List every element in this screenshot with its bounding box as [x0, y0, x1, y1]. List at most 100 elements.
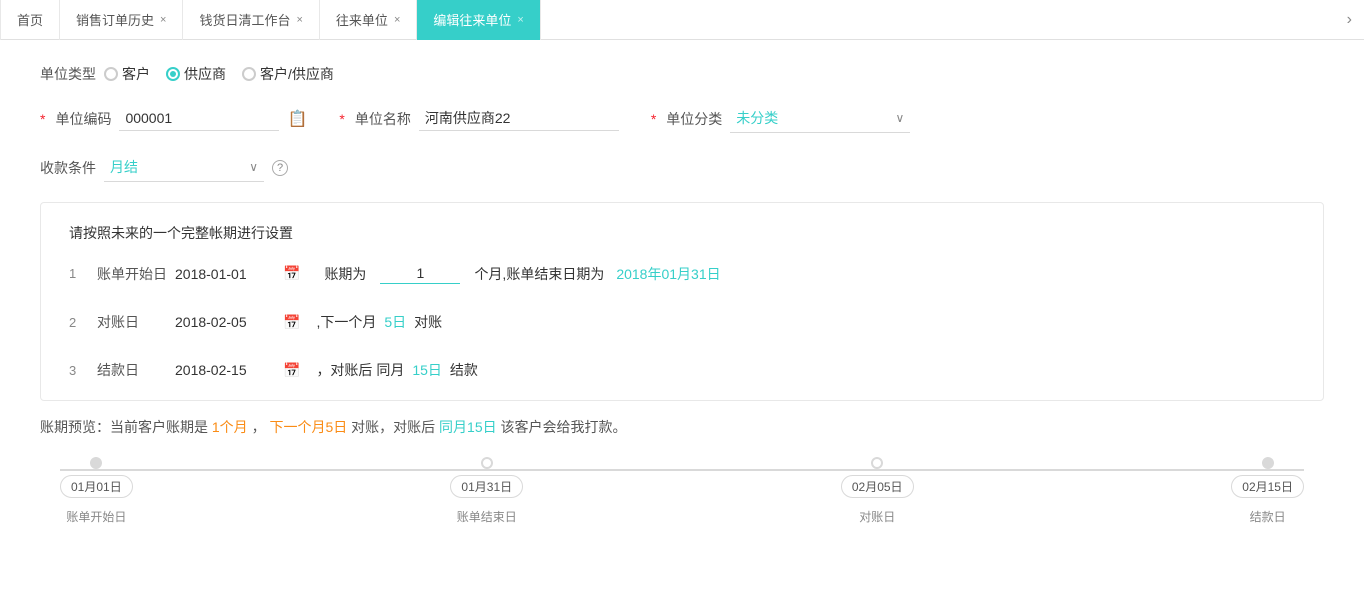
unit-name-input[interactable]	[419, 106, 619, 131]
unit-type-group: 单位类型 客户 供应商 客户/供应商	[40, 64, 334, 84]
preview-mid1: ，	[252, 419, 266, 435]
calendar-icon-1[interactable]: 📅	[283, 265, 300, 282]
payment-help-icon[interactable]: ?	[272, 160, 288, 176]
timeline: 01月01日 账单开始日 01月31日 账单结束日 02月05日 对账日 02月…	[40, 457, 1324, 525]
payment-prefix: ，对账后 同月	[316, 360, 404, 380]
period-section: 请按照未来的一个完整帐期进行设置 1 账单开始日 2018-01-01 📅 账期…	[40, 202, 1324, 401]
unit-code-required: *	[40, 111, 45, 127]
row-date-3: 2018-02-15	[175, 362, 275, 378]
unit-name-label: 单位名称	[355, 109, 411, 129]
point-badge-3: 02月15日	[1231, 475, 1304, 498]
payment-value: 月结	[110, 157, 245, 177]
period-row-3: 3 结款日 2018-02-15 📅 ，对账后 同月 15日 结款	[69, 360, 1295, 380]
unit-type-label: 单位类型	[40, 64, 96, 84]
point-badge-0: 01月01日	[60, 475, 133, 498]
point-badge-2: 02月05日	[841, 475, 914, 498]
radio-supplier-label: 供应商	[184, 64, 226, 84]
reconcile-day: 5日	[384, 312, 406, 332]
point-label-3: 结款日	[1250, 508, 1286, 525]
period-for-label: 账期为	[324, 264, 366, 284]
preview-suffix: 该客户会给我打款。	[501, 419, 627, 435]
row-num-2: 2	[69, 315, 89, 330]
unit-info-row: * 单位编码 📋 * 单位名称 * 单位分类 未分类 ∨	[40, 104, 1324, 133]
radio-both-label: 客户/供应商	[260, 64, 334, 84]
close-icon-edit-partner[interactable]: ×	[517, 14, 523, 26]
preview-part2: 下一个月5日	[269, 419, 347, 435]
row-date-1: 2018-01-01	[175, 266, 275, 282]
point-label-1: 账单结束日	[457, 508, 517, 525]
tab-partner-label: 往来单位	[336, 10, 388, 29]
period-months-input[interactable]	[380, 263, 460, 284]
unit-code-group: * 单位编码 📋	[40, 106, 307, 131]
section-title: 请按照未来的一个完整帐期进行设置	[69, 223, 1295, 243]
payment-arrow-icon: ∨	[249, 160, 258, 174]
tab-edit-partner[interactable]: 编辑往来单位 ×	[417, 0, 540, 40]
calendar-icon-code[interactable]: 📋	[287, 109, 307, 129]
unit-code-input[interactable]	[119, 106, 279, 131]
close-icon-partner[interactable]: ×	[394, 14, 400, 26]
unit-class-dropdown[interactable]: 未分类 ∨	[730, 104, 910, 133]
preview-part1: 1个月	[212, 419, 248, 435]
unit-code-label: 单位编码	[55, 109, 111, 129]
payment-row: 收款条件 月结 ∨ ?	[40, 153, 1324, 182]
timeline-point-0: 01月01日 账单开始日	[60, 457, 133, 525]
timeline-point-2: 02月05日 对账日	[841, 457, 914, 525]
tab-cash-work-label: 钱货日清工作台	[199, 10, 290, 29]
payment-day: 15日	[412, 360, 442, 380]
row-date-2: 2018-02-05	[175, 314, 275, 330]
point-dot-1	[481, 457, 493, 469]
tab-cash-work[interactable]: 钱货日清工作台 ×	[183, 0, 319, 40]
unit-class-label: 单位分类	[666, 109, 722, 129]
tab-edit-partner-label: 编辑往来单位	[433, 10, 511, 29]
reconcile-suffix: 对账	[414, 312, 442, 332]
radio-customer[interactable]: 客户	[104, 64, 150, 84]
row-num-3: 3	[69, 363, 89, 378]
payment-group: 收款条件 月结 ∨ ?	[40, 153, 288, 182]
row-label-1: 账单开始日	[97, 264, 167, 284]
timeline-points: 01月01日 账单开始日 01月31日 账单结束日 02月05日 对账日 02月…	[60, 457, 1304, 525]
point-label-2: 对账日	[859, 508, 895, 525]
point-dot-3	[1262, 457, 1274, 469]
main-content: 单位类型 客户 供应商 客户/供应商 * 单位编码	[0, 40, 1364, 608]
unit-type-row: 单位类型 客户 供应商 客户/供应商	[40, 64, 1324, 84]
tab-home[interactable]: 首页	[0, 0, 60, 40]
row-label-2: 对账日	[97, 312, 167, 332]
preview-prefix: 账期预览：当前客户账期是	[40, 419, 208, 435]
point-label-0: 账单开始日	[66, 508, 126, 525]
tabs-bar: 首页 销售订单历史 × 钱货日清工作台 × 往来单位 × 编辑往来单位 × ›	[0, 0, 1364, 40]
preview-part3: 同月15日	[439, 419, 500, 435]
radio-circle-both	[242, 67, 256, 81]
tab-sales-history-label: 销售订单历史	[76, 10, 154, 29]
preview-mid2: 对账，对账后	[351, 419, 435, 435]
period-row-1: 1 账单开始日 2018-01-01 📅 账期为 个月,账单结束日期为 2018…	[69, 263, 1295, 284]
close-icon-sales-history[interactable]: ×	[160, 14, 166, 26]
radio-both[interactable]: 客户/供应商	[242, 64, 334, 84]
period-end-date: 2018年01月31日	[616, 264, 720, 284]
tab-sales-history[interactable]: 销售订单历史 ×	[60, 0, 183, 40]
unit-name-group: * 单位名称	[339, 106, 618, 131]
point-dot-2	[871, 457, 883, 469]
period-months-label: 个月,账单结束日期为	[474, 264, 604, 284]
calendar-icon-3[interactable]: 📅	[283, 362, 300, 379]
calendar-icon-2[interactable]: 📅	[283, 314, 300, 331]
row-label-3: 结款日	[97, 360, 167, 380]
close-icon-cash-work[interactable]: ×	[296, 14, 302, 26]
radio-circle-supplier	[166, 67, 180, 81]
preview-text: 账期预览：当前客户账期是 1个月 ， 下一个月5日 对账，对账后 同月15日 该…	[40, 417, 1324, 437]
reconcile-prefix: ,下一个月	[316, 312, 376, 332]
payment-suffix: 结款	[450, 360, 478, 380]
timeline-point-3: 02月15日 结款日	[1231, 457, 1304, 525]
tab-home-label: 首页	[17, 10, 43, 29]
radio-supplier[interactable]: 供应商	[166, 64, 226, 84]
unit-class-group: * 单位分类 未分类 ∨	[651, 104, 910, 133]
tab-partner[interactable]: 往来单位 ×	[320, 0, 417, 40]
radio-circle-customer	[104, 67, 118, 81]
payment-dropdown[interactable]: 月结 ∨	[104, 153, 264, 182]
unit-class-arrow-icon: ∨	[895, 111, 904, 125]
timeline-point-1: 01月31日 账单结束日	[450, 457, 523, 525]
point-dot-0	[90, 457, 102, 469]
tabs-expand-button[interactable]: ›	[1335, 11, 1364, 29]
row-num-1: 1	[69, 266, 89, 281]
payment-label: 收款条件	[40, 158, 96, 178]
unit-class-value: 未分类	[736, 108, 891, 128]
